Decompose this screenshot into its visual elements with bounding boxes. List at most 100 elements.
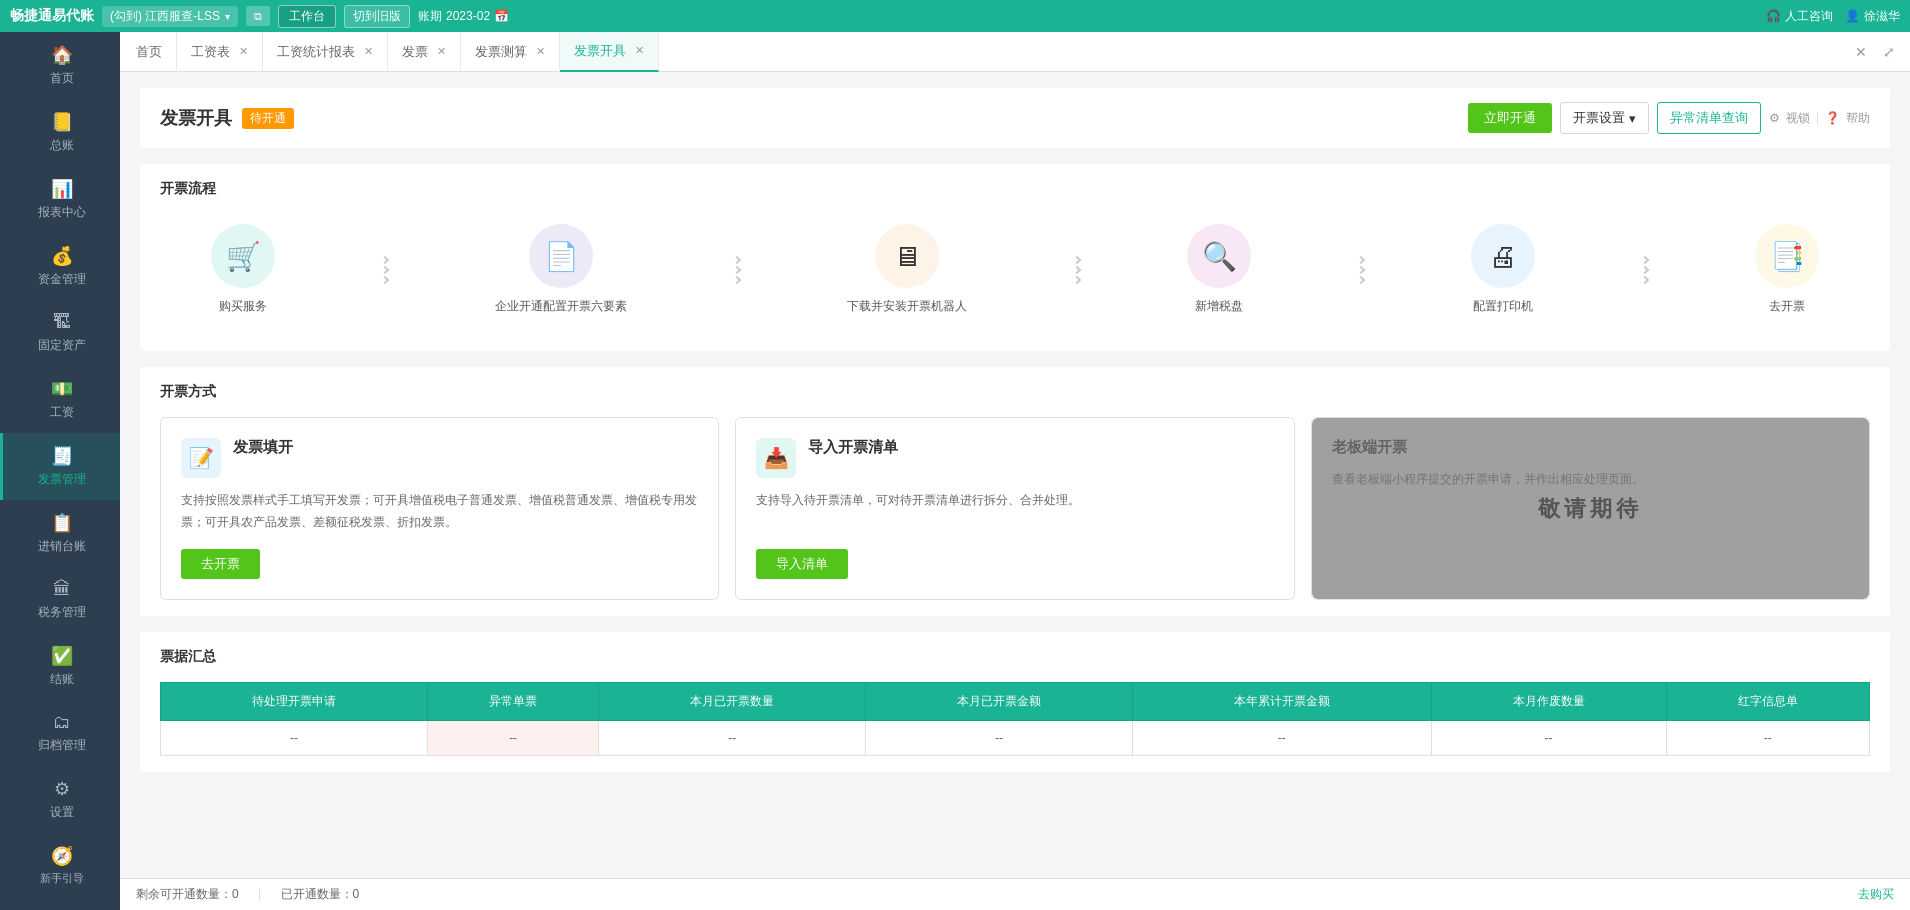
customer-service-button[interactable]: 🎧 人工咨询	[1766, 8, 1833, 25]
billing-card-manual-fill-header: 📝 发票填开	[181, 438, 698, 478]
tab-label-salary-table: 工资表	[191, 43, 230, 61]
workspace-button[interactable]: 工作台	[278, 5, 336, 28]
process-step-issue-invoice[interactable]: 📑 去开票	[1755, 224, 1819, 315]
sidebar-item-purchase[interactable]: 📋 进销台账	[0, 500, 120, 567]
process-step-buy-service[interactable]: 🛒 购买服务	[211, 224, 275, 315]
config-enterprise-icon: 📄	[529, 224, 593, 288]
summary-val-year-amount: --	[1133, 721, 1431, 756]
sidebar-label-ledger: 总账	[50, 137, 74, 154]
tab-bar-actions: ✕ ⤢	[1850, 42, 1900, 62]
help-icon[interactable]: ❓	[1825, 111, 1840, 125]
tab-invoice-calc[interactable]: 发票测算 ✕	[461, 32, 560, 72]
summary-col-year-amount: 本年累计开票金额	[1133, 683, 1431, 721]
tab-close-invoice-calc[interactable]: ✕	[536, 46, 545, 57]
arrow-3	[1074, 257, 1080, 283]
page-title: 发票开具	[160, 106, 232, 130]
sidebar-item-ledger[interactable]: 📒 总账	[0, 99, 120, 166]
close-all-tabs-icon[interactable]: ✕	[1850, 42, 1872, 62]
arrow-4	[1358, 257, 1364, 283]
summary-col-pending: 待处理开票申请	[161, 683, 428, 721]
top-bar: 畅捷通易代账 (勾到) 江西服查-LSS ▾ ⧉ 工作台 切到旧版 账期 202…	[0, 0, 1910, 32]
chevron-down-icon: ▾	[225, 11, 230, 22]
tab-invoice-issue[interactable]: 发票开具 ✕	[560, 32, 659, 72]
go-issue-button[interactable]: 去开票	[181, 549, 260, 579]
sidebar-item-reports[interactable]: 📊 报表中心	[0, 166, 120, 233]
restore-icon[interactable]: ⤢	[1878, 42, 1900, 62]
company-selector[interactable]: (勾到) 江西服查-LSS ▾	[102, 6, 238, 27]
bottom-bar: 剩余可开通数量：0 | 已开通数量：0 去购买	[120, 878, 1910, 910]
process-flow: 🛒 购买服务 📄 企业开通配置开票六要素 🖥	[160, 214, 1870, 335]
import-list-button[interactable]: 导入清单	[756, 549, 848, 579]
summary-title: 票据汇总	[160, 648, 1870, 666]
summary-table-row: -- -- -- -- -- -- --	[161, 721, 1870, 756]
immediate-open-button[interactable]: 立即开通	[1468, 103, 1552, 133]
copy-icon[interactable]: ⧉	[246, 6, 270, 26]
summary-table: 待处理开票申请 异常单票 本月已开票数量 本月已开票金额 本年累计开票金额 本月…	[160, 682, 1870, 756]
process-flow-section: 开票流程 🛒 购买服务 📄 企业开通配置开票六要素	[140, 164, 1890, 351]
sidebar-item-funds[interactable]: 💰 资金管理	[0, 233, 120, 300]
summary-val-red-info: --	[1666, 721, 1869, 756]
sidebar-bottom: 🧭 新手引导 👑 畅会员 ⬇ ⬇取消固定	[0, 833, 120, 910]
summary-col-month-count: 本月已开票数量	[599, 683, 866, 721]
process-step-config-printer[interactable]: 🖨 配置打印机	[1471, 224, 1535, 315]
tab-close-salary-table[interactable]: ✕	[239, 46, 248, 57]
top-bar-icon-buttons: ⧉	[246, 6, 270, 26]
sidebar-label-reconcile: 结账	[50, 671, 74, 688]
issue-invoice-label: 去开票	[1769, 298, 1805, 315]
manual-fill-title: 发票填开	[233, 438, 293, 457]
config-enterprise-label: 企业开通配置开票六要素	[495, 298, 627, 315]
sidebar-item-salary[interactable]: 💵 工资	[0, 366, 120, 433]
arrow-5	[1642, 257, 1648, 283]
process-step-add-taxbox[interactable]: 🔍 新增税盘	[1187, 224, 1251, 315]
tab-invoice-list[interactable]: 发票 ✕	[388, 32, 461, 72]
sidebar-item-member[interactable]: 👑 畅会员	[0, 898, 120, 910]
calendar-icon[interactable]: 📅	[494, 9, 509, 23]
sidebar-item-assets[interactable]: 🏗 固定资产	[0, 300, 120, 366]
sidebar-item-settings[interactable]: ⚙ 设置	[0, 766, 120, 833]
sidebar-item-home[interactable]: 🏠 首页	[0, 32, 120, 99]
issue-invoice-icon: 📑	[1755, 224, 1819, 288]
sidebar-item-archive[interactable]: 🗂 归档管理	[0, 700, 120, 766]
add-taxbox-label: 新增税盘	[1195, 298, 1243, 315]
tab-label-home: 首页	[136, 43, 162, 61]
boss-invoice-overlay: 敬请期待	[1312, 418, 1869, 599]
summary-col-abnormal: 异常单票	[427, 683, 599, 721]
tab-salary-stats[interactable]: 工资统计报表 ✕	[263, 32, 388, 72]
config-printer-label: 配置打印机	[1473, 298, 1533, 315]
billing-methods-section: 开票方式 📝 发票填开 支持按照发票样式手工填写开发票；可开具增值税电子普通发票…	[140, 367, 1890, 616]
process-step-download-robot[interactable]: 🖥 下载并安装开票机器人	[847, 224, 967, 315]
ledger-icon: 📒	[51, 111, 73, 133]
sidebar-label-newbie: 新手引导	[40, 871, 84, 886]
tab-label-invoice-calc: 发票测算	[475, 43, 527, 61]
summary-table-header: 待处理开票申请 异常单票 本月已开票数量 本月已开票金额 本年累计开票金额 本月…	[161, 683, 1870, 721]
user-menu[interactable]: 👤 徐滋华	[1845, 8, 1900, 25]
process-step-config-enterprise[interactable]: 📄 企业开通配置开票六要素	[495, 224, 627, 315]
funds-icon: 💰	[51, 245, 73, 267]
old-version-button[interactable]: 切到旧版	[344, 5, 410, 28]
process-flow-title: 开票流程	[160, 180, 1870, 198]
billing-card-manual-fill: 📝 发票填开 支持按照发票样式手工填写开发票；可开具增值税电子普通发票、增值税普…	[160, 417, 719, 600]
sidebar-item-reconcile[interactable]: ✅ 结账	[0, 633, 120, 700]
abnormal-query-button[interactable]: 异常清单查询	[1657, 102, 1761, 134]
settings-icon[interactable]: ⚙	[1769, 111, 1780, 125]
sidebar-label-funds: 资金管理	[38, 271, 86, 288]
salary-icon: 💵	[51, 378, 73, 400]
headset-icon: 🎧	[1766, 9, 1781, 23]
sidebar-item-tax[interactable]: 🏛 税务管理	[0, 567, 120, 633]
username-label: 徐滋华	[1864, 8, 1900, 25]
tab-close-salary-stats[interactable]: ✕	[364, 46, 373, 57]
tab-close-invoice-list[interactable]: ✕	[437, 46, 446, 57]
sidebar-label-archive: 归档管理	[38, 737, 86, 754]
reports-icon: 📊	[51, 178, 73, 200]
summary-col-red-info: 红字信息单	[1666, 683, 1869, 721]
sidebar-label-settings: 设置	[50, 804, 74, 821]
open-settings-button[interactable]: 开票设置 ▾	[1560, 102, 1649, 134]
tab-close-invoice-issue[interactable]: ✕	[635, 45, 644, 56]
manual-fill-footer: 去开票	[181, 549, 698, 579]
sidebar-item-invoice[interactable]: 🧾 发票管理	[0, 433, 120, 500]
tab-salary-table[interactable]: 工资表 ✕	[177, 32, 263, 72]
tab-home[interactable]: 首页	[130, 32, 177, 72]
sidebar-item-newbie[interactable]: 🧭 新手引导	[0, 833, 120, 898]
top-bar-left: 畅捷通易代账 (勾到) 江西服查-LSS ▾ ⧉ 工作台 切到旧版 账期 202…	[10, 5, 509, 28]
buy-link[interactable]: 去购买	[1858, 886, 1894, 903]
